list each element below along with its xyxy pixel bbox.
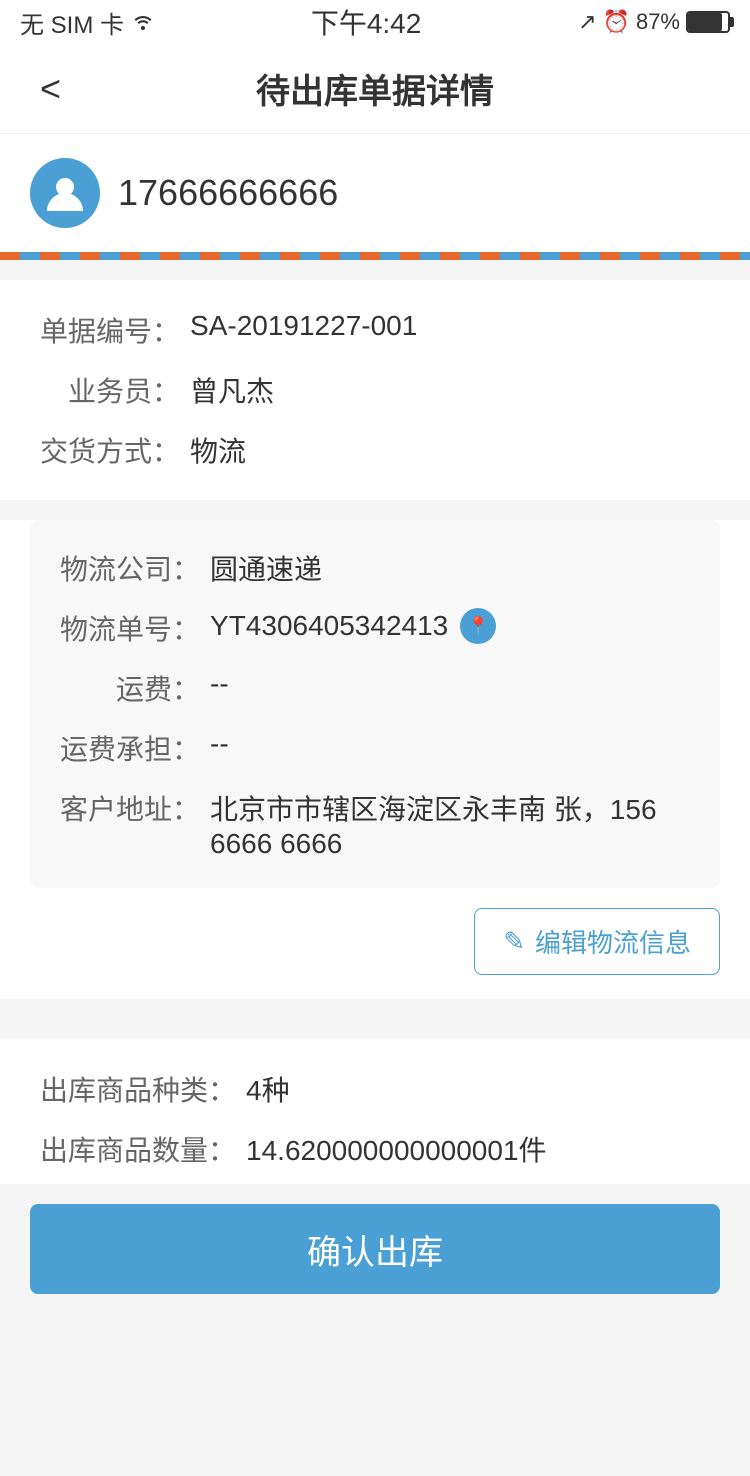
dashed-divider: [0, 252, 750, 260]
logistics-card: 物流公司： 圆通速递 物流单号： YT4306405342413 运费： -- …: [30, 520, 720, 888]
address-row: 客户地址： 北京市市辖区海淀区永丰南 张，156 6666 6666: [60, 788, 690, 860]
edit-btn-area: ✎ 编辑物流信息: [0, 908, 750, 999]
page-title: 待出库单据详情: [256, 64, 494, 113]
product-qty-label: 出库商品数量：: [40, 1129, 236, 1169]
user-icon: [43, 171, 87, 215]
carrier-label: 无 SIM 卡: [20, 5, 124, 40]
section-divider: [0, 999, 750, 1019]
confirm-btn-label: 确认出库: [307, 1225, 443, 1274]
product-type-label: 出库商品种类：: [40, 1069, 236, 1109]
delivery-label: 交货方式：: [40, 430, 180, 470]
logistics-company-label: 物流公司：: [60, 548, 200, 588]
freight-bear-label: 运费承担：: [60, 728, 200, 768]
freight-bear-row: 运费承担： --: [60, 728, 690, 768]
avatar: [30, 158, 100, 228]
doc-info-section: 单据编号： SA-20191227-001 业务员： 曾凡杰 交货方式： 物流: [0, 280, 750, 500]
tracking-row: 物流单号： YT4306405342413: [60, 608, 690, 648]
address-label: 客户地址：: [60, 788, 200, 828]
address-value: 北京市市辖区海淀区永丰南 张，156 6666 6666: [210, 788, 690, 860]
map-pin-icon[interactable]: [460, 608, 496, 644]
product-type-value: 4种: [246, 1069, 710, 1109]
freight-row: 运费： --: [60, 668, 690, 708]
delivery-value: 物流: [190, 430, 710, 470]
edit-icon: ✎: [503, 926, 525, 957]
status-time: 下午4:42: [311, 2, 422, 42]
freight-label: 运费：: [60, 668, 200, 708]
salesperson-label: 业务员：: [40, 370, 180, 410]
doc-number-label: 单据编号：: [40, 310, 180, 350]
freight-bear-value: --: [210, 728, 690, 760]
battery-percent: 87%: [636, 9, 680, 35]
status-right: ↗ ⏰ 87%: [578, 9, 730, 35]
doc-number-row: 单据编号： SA-20191227-001: [40, 310, 710, 350]
product-type-row: 出库商品种类： 4种: [40, 1069, 710, 1109]
battery-icon: [686, 11, 730, 33]
battery-fill: [688, 13, 722, 31]
tracking-value-row: YT4306405342413: [210, 608, 690, 644]
wifi-icon: [132, 14, 154, 30]
product-qty-row: 出库商品数量： 14.620000000000001件: [40, 1129, 710, 1169]
tracking-label: 物流单号：: [60, 608, 200, 648]
edit-logistics-button[interactable]: ✎ 编辑物流信息: [474, 908, 720, 975]
logistics-company-value: 圆通速递: [210, 548, 690, 588]
salesperson-row: 业务员： 曾凡杰: [40, 370, 710, 410]
nav-bar: < 待出库单据详情: [0, 44, 750, 134]
bottom-area: 确认出库: [0, 1184, 750, 1334]
product-qty-value: 14.620000000000001件: [246, 1129, 710, 1169]
freight-value: --: [210, 668, 690, 700]
delivery-row: 交货方式： 物流: [40, 430, 710, 470]
status-bar: 无 SIM 卡 下午4:42 ↗ ⏰ 87%: [0, 0, 750, 44]
customer-header: 17666666666: [0, 134, 750, 252]
tracking-number: YT4306405342413: [210, 610, 448, 642]
logistics-company-row: 物流公司： 圆通速递: [60, 548, 690, 588]
salesperson-value: 曾凡杰: [190, 370, 710, 410]
location-status-icon: ↗: [578, 9, 596, 35]
doc-number-value: SA-20191227-001: [190, 310, 710, 342]
status-left: 无 SIM 卡: [20, 5, 154, 40]
edit-btn-label: 编辑物流信息: [535, 923, 691, 960]
back-button[interactable]: <: [30, 58, 71, 120]
alarm-icon: ⏰: [603, 9, 630, 35]
summary-section: 出库商品种类： 4种 出库商品数量： 14.620000000000001件: [0, 1039, 750, 1199]
confirm-outbound-button[interactable]: 确认出库: [30, 1204, 720, 1294]
customer-phone: 17666666666: [118, 172, 338, 214]
